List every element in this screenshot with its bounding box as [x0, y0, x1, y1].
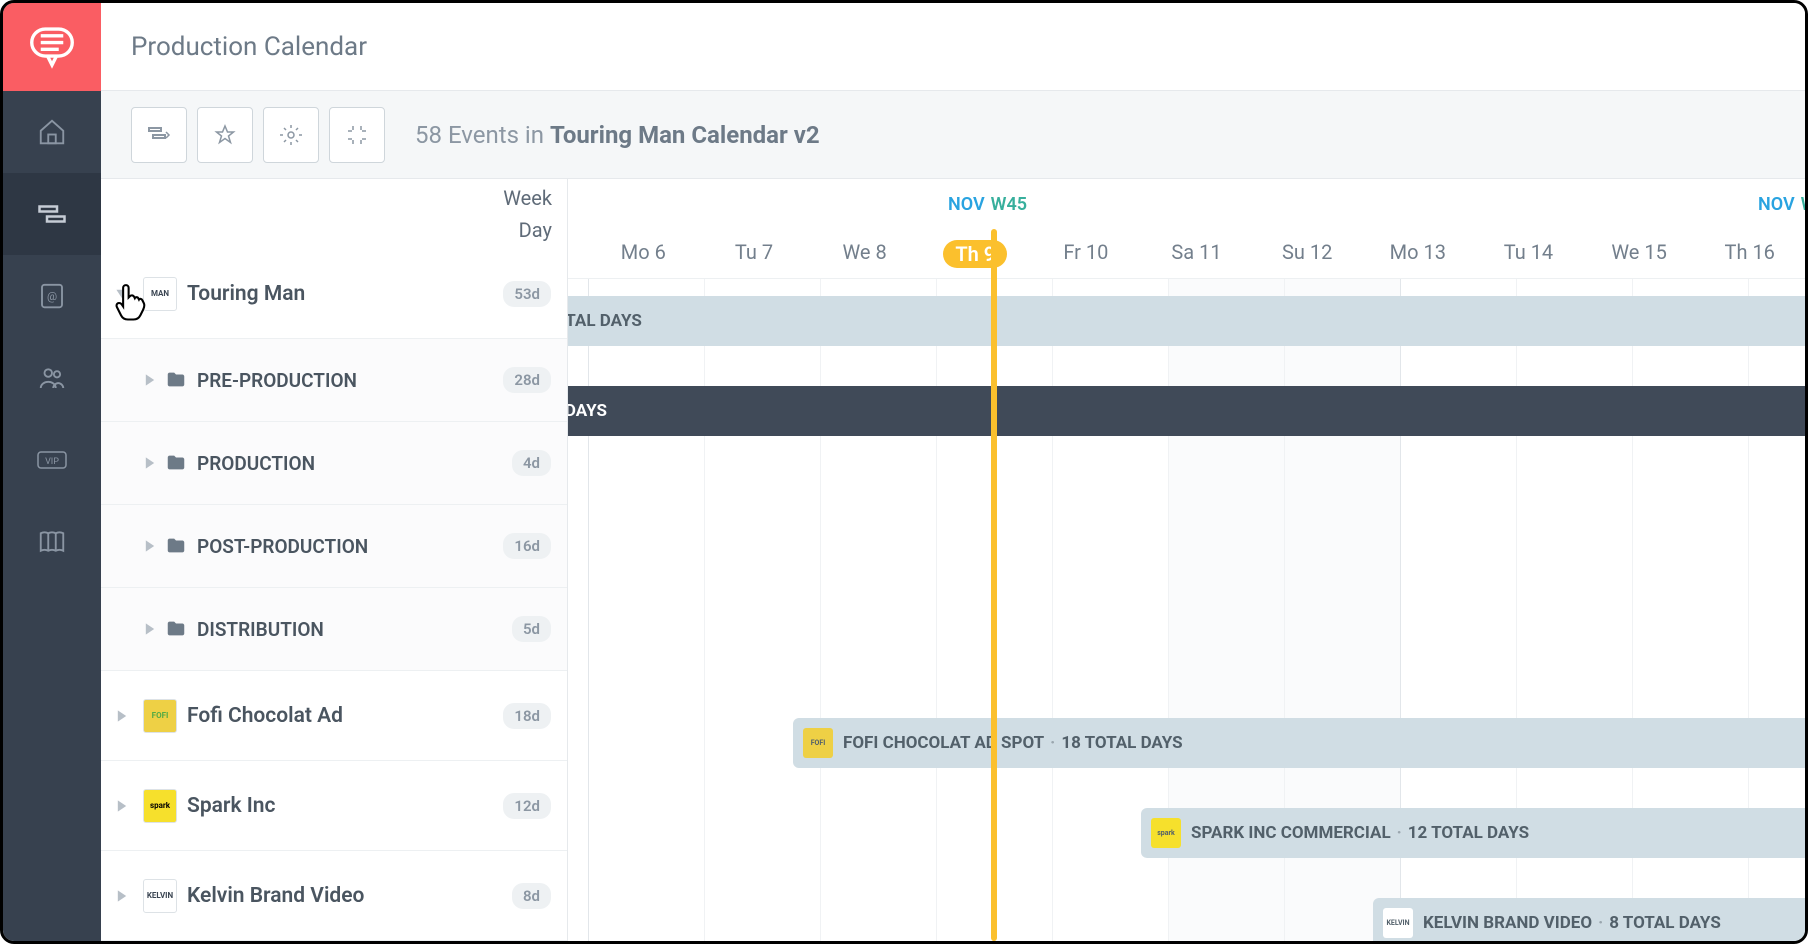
collapse-button[interactable] [329, 107, 385, 163]
day-header: We 8 [809, 240, 920, 268]
duration-badge: 16d [503, 533, 551, 559]
project-name: Fofi Chocolat Ad [187, 704, 503, 728]
project-thumb: spark [143, 789, 177, 823]
expand-toggle[interactable] [139, 618, 161, 640]
expand-toggle[interactable] [139, 369, 161, 391]
bar-thumb: FOFI [803, 728, 833, 758]
day-header: Mo 13 [1362, 240, 1473, 268]
day-header: Tu 14 [1473, 240, 1584, 268]
duration-badge: 28d [503, 367, 551, 393]
view-mode-button[interactable] [131, 107, 187, 163]
day-header: Sa 11 [1141, 240, 1252, 268]
nav-contacts[interactable]: @ [3, 255, 101, 337]
expand-toggle[interactable] [111, 795, 133, 817]
project-row[interactable]: FOFI Fofi Chocolat Ad18d [101, 671, 567, 761]
header: Production Calendar [101, 3, 1805, 91]
expand-toggle[interactable] [139, 452, 161, 474]
project-name: Spark Inc [187, 794, 503, 818]
project-list-panel: Week Day MANTouring Man53dPRE-PRODUCTION… [101, 179, 568, 941]
day-header: Th 16 [1694, 240, 1805, 268]
duration-badge: 5d [512, 616, 551, 642]
project-name: Kelvin Brand Video [187, 884, 512, 908]
duration-badge: 12d [503, 793, 551, 819]
gantt-bar[interactable]: FOFIFOFI CHOCOLAT AD SPOT · 18 TOTAL DAY… [793, 718, 1805, 768]
page-title: Production Calendar [131, 32, 367, 62]
nav-vip[interactable]: VIP [3, 419, 101, 501]
bar-thumb: spark [1151, 818, 1181, 848]
phase-row[interactable]: DISTRIBUTION5d [101, 588, 567, 671]
phase-row[interactable]: POST-PRODUCTION16d [101, 505, 567, 588]
project-row[interactable]: KELVIN Kelvin Brand Video8d [101, 851, 567, 941]
duration-badge: 8d [512, 883, 551, 909]
phase-name: PRODUCTION [197, 452, 512, 475]
project-thumb: FOFI [143, 699, 177, 733]
nav-timeline[interactable] [3, 173, 101, 255]
svg-text:@: @ [47, 290, 57, 303]
axis-labels: Week Day [101, 179, 567, 249]
toolbar: 58 Events in Touring Man Calendar v2 [101, 91, 1805, 179]
duration-badge: 4d [512, 450, 551, 476]
expand-toggle[interactable] [111, 705, 133, 727]
settings-button[interactable] [263, 107, 319, 163]
nav-people[interactable] [3, 337, 101, 419]
events-summary: 58 Events in Touring Man Calendar v2 [415, 121, 820, 149]
phase-name: PRE-PRODUCTION [197, 369, 503, 392]
expand-toggle[interactable] [139, 535, 161, 557]
day-header: Su 12 [1252, 240, 1363, 268]
phase-row[interactable]: PRODUCTION4d [101, 422, 567, 505]
gantt-bar[interactable]: MANTOURING MAN · 53 TOTAL DAYS [568, 296, 1805, 346]
day-header: Th 9 [920, 240, 1031, 268]
duration-badge: 53d [503, 281, 551, 307]
svg-text:VIP: VIP [45, 457, 59, 467]
nav-home[interactable] [3, 91, 101, 173]
project-thumb: KELVIN [143, 879, 177, 913]
nav-docs[interactable] [3, 501, 101, 583]
day-header: Mo 6 [588, 240, 699, 268]
phase-row[interactable]: PRE-PRODUCTION28d [101, 339, 567, 422]
phase-name: DISTRIBUTION [197, 618, 512, 641]
day-header: We 15 [1584, 240, 1695, 268]
gantt-bar[interactable]: KELVINKELVIN BRAND VIDEO · 8 TOTAL DAYS [1373, 898, 1805, 941]
project-row[interactable]: spark Spark Inc12d [101, 761, 567, 851]
day-header: Tu 7 [699, 240, 810, 268]
project-row[interactable]: MANTouring Man53d [101, 249, 567, 339]
left-nav: @ VIP [3, 3, 101, 941]
duration-badge: 18d [503, 703, 551, 729]
timeline-panel[interactable]: NOVW45 NOVW46 Mo 6Tu 7We 8Th 9Fr 10Sa 11S… [568, 179, 1805, 941]
phase-name: POST-PRODUCTION [197, 535, 503, 558]
favorite-button[interactable] [197, 107, 253, 163]
bar-thumb: KELVIN [1383, 908, 1413, 938]
project-name: Touring Man [187, 282, 503, 306]
day-header: Fr 10 [1031, 240, 1142, 268]
gantt-bar[interactable]: PRE-PRODUCTION · 28 DAYS [568, 386, 1805, 436]
app-logo[interactable] [3, 3, 101, 91]
cursor-hand-icon [108, 281, 152, 325]
week-marker: NOVW46 [1758, 194, 1805, 215]
gantt-bar[interactable]: sparkSPARK INC COMMERCIAL · 12 TOTAL DAY… [1141, 808, 1805, 858]
week-marker: NOVW45 [948, 194, 1027, 215]
expand-toggle[interactable] [111, 885, 133, 907]
